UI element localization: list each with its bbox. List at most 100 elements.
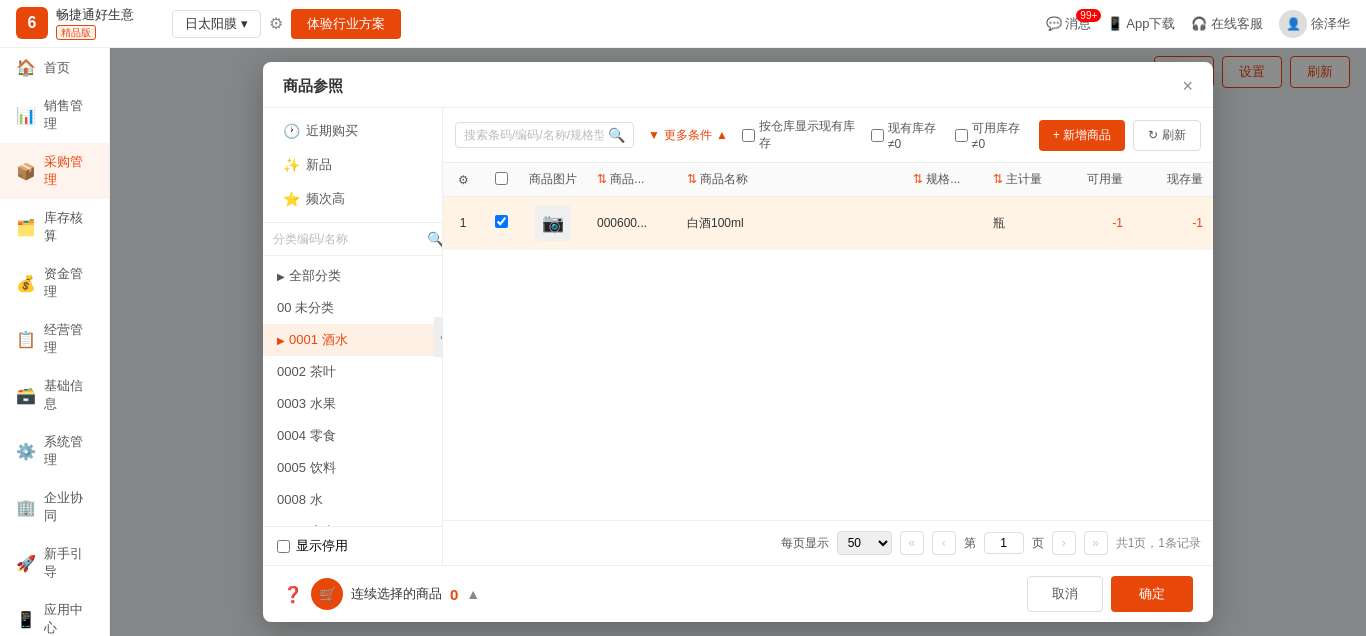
condition-stock-neq0-label: 现有库存≠0 (888, 120, 947, 151)
sidebar-label-inventory: 库存核算 (44, 209, 93, 245)
category-0008[interactable]: 0008 水 (263, 484, 442, 516)
page-size-select[interactable]: 10 20 50 100 (837, 531, 892, 555)
sort-icon-code: ⇅ (597, 172, 607, 186)
first-page-button[interactable]: « (900, 531, 924, 555)
col-header-spec[interactable]: ⇅ 规格... (903, 163, 983, 197)
modal-close-button[interactable]: × (1182, 76, 1193, 97)
category-0005[interactable]: 0005 饮料 (263, 452, 442, 484)
prev-page-button[interactable]: ‹ (932, 531, 956, 555)
finance-icon: 💰 (16, 274, 36, 293)
sidebar: 🏠 首页 📊 销售管理 📦 采购管理 🗂️ 库存核算 💰 资金管理 📋 经营管理… (0, 48, 110, 636)
condition-avail-neq0[interactable]: 可用库存≠0 (955, 120, 1031, 151)
col-header-available: 可用量 (1053, 163, 1133, 197)
cell-name: 白酒100ml (677, 197, 903, 250)
warehouse-checkbox[interactable] (742, 129, 755, 142)
user-menu[interactable]: 👤 徐泽华 (1279, 10, 1350, 38)
product-search-input[interactable] (464, 128, 604, 142)
cat-0005-label: 0005 饮料 (277, 459, 336, 477)
cart-collapse-icon[interactable]: ▲ (466, 586, 480, 602)
category-all[interactable]: ▶ 全部分类 (263, 260, 442, 292)
settings-icon[interactable]: ⚙ (269, 14, 283, 33)
collapse-left-panel-button[interactable]: ‹‹ (434, 317, 443, 357)
quick-filter-recent-label: 近期购买 (306, 122, 358, 140)
page-total-info: 共1页，1条记录 (1116, 535, 1201, 552)
add-product-button[interactable]: + 新增商品 (1039, 120, 1125, 151)
sidebar-item-system[interactable]: ⚙️ 系统管理 (0, 423, 109, 479)
product-search-icon[interactable]: 🔍 (608, 127, 625, 143)
confirm-button[interactable]: 确定 (1111, 576, 1193, 612)
sidebar-item-finance[interactable]: 💰 资金管理 (0, 255, 109, 311)
cell-checkbox[interactable] (483, 197, 519, 250)
product-table: ⚙ 商品图片 (443, 163, 1213, 520)
quick-filter-buttons: 🕐 近期购买 ✨ 新品 ⭐ 频次高 (263, 108, 442, 222)
next-page-button[interactable]: › (1052, 531, 1076, 555)
category-0004[interactable]: 0004 零食 (263, 420, 442, 452)
col-header-name[interactable]: ⇅ 商品名称 (677, 163, 903, 197)
try-solution-button[interactable]: 体验行业方案 (291, 9, 401, 39)
row-checkbox[interactable] (495, 215, 508, 228)
download-icon: 📱 (1107, 16, 1123, 31)
last-page-button[interactable]: » (1084, 531, 1108, 555)
col-header-settings[interactable]: ⚙ (443, 163, 483, 197)
table-row[interactable]: 1 📷 000600... 白酒100ml 瓶 -1 -1 (443, 197, 1213, 250)
app-name: 畅捷通好生意 (56, 7, 134, 24)
modal-right-panel: 🔍 ▼ 更多条件 ▲ 按仓库显示现有库存 (443, 108, 1213, 565)
sidebar-item-inventory[interactable]: 🗂️ 库存核算 (0, 199, 109, 255)
sidebar-item-sales[interactable]: 📊 销售管理 (0, 87, 109, 143)
avail-neq0-checkbox[interactable] (955, 129, 968, 142)
category-list: ▶ 全部分类 00 未分类 ▶ 0001 酒水 0002 茶 (263, 256, 442, 526)
col-header-unit[interactable]: ⇅ 主计量 (983, 163, 1053, 197)
sidebar-item-enterprise[interactable]: 🏢 企业协同 (0, 479, 109, 535)
category-search-icon[interactable]: 🔍 (427, 231, 443, 247)
condition-stock-neq0[interactable]: 现有库存≠0 (871, 120, 947, 151)
sales-icon: 📊 (16, 106, 36, 125)
col-header-checkbox[interactable] (483, 163, 519, 197)
operations-icon: 📋 (16, 330, 36, 349)
sidebar-item-home[interactable]: 🏠 首页 (0, 48, 109, 87)
online-service-link[interactable]: 🎧 在线客服 (1191, 15, 1263, 33)
message-badge[interactable]: 💬 99+ 消息 (1046, 15, 1092, 33)
category-00[interactable]: 00 未分类 (263, 292, 442, 324)
category-search-input[interactable] (273, 232, 423, 246)
table-settings-icon[interactable]: ⚙ (458, 173, 469, 187)
sort-icon-name: ⇅ (687, 172, 697, 186)
sidebar-item-basic-info[interactable]: 🗃️ 基础信息 (0, 367, 109, 423)
quick-filter-recent[interactable]: 🕐 近期购买 (273, 116, 432, 146)
app-tag: 精品版 (56, 25, 96, 40)
sidebar-label-guide: 新手引导 (44, 545, 93, 581)
page-suffix: 页 (1032, 535, 1044, 552)
quick-filter-new[interactable]: ✨ 新品 (273, 150, 432, 180)
category-0001[interactable]: ▶ 0001 酒水 (263, 324, 442, 356)
category-0010[interactable]: 0010 家电 (263, 516, 442, 526)
cart-icon[interactable]: 🛒 (311, 578, 343, 610)
product-reference-modal: 商品参照 × 🕐 近期购买 ✨ 新 (263, 62, 1213, 622)
sidebar-item-apps[interactable]: 📱 应用中心 (0, 591, 109, 636)
modal-overlay: 商品参照 × 🕐 近期购买 ✨ 新 (110, 48, 1366, 636)
more-conditions-button[interactable]: ▼ 更多条件 ▲ (642, 123, 734, 148)
cancel-button[interactable]: 取消 (1027, 576, 1103, 612)
quick-filter-frequent[interactable]: ⭐ 频次高 (273, 184, 432, 214)
filter-conditions: 按仓库显示现有库存 现有库存≠0 可用库存≠0 (742, 118, 1031, 152)
page-number-input[interactable] (984, 532, 1024, 554)
product-search-wrap: 🔍 (455, 122, 634, 148)
cat-00-label: 00 未分类 (277, 299, 334, 317)
sort-icon-spec: ⇅ (913, 172, 923, 186)
sidebar-item-guide[interactable]: 🚀 新手引导 (0, 535, 109, 591)
sidebar-item-purchase[interactable]: 📦 采购管理 (0, 143, 109, 199)
select-all-checkbox[interactable] (495, 172, 508, 185)
category-0002[interactable]: 0002 茶叶 (263, 356, 442, 388)
pagination: 每页显示 10 20 50 100 « ‹ 第 页 (443, 520, 1213, 565)
condition-warehouse[interactable]: 按仓库显示现有库存 (742, 118, 863, 152)
stock-neq0-checkbox[interactable] (871, 129, 884, 142)
sidebar-item-operations[interactable]: 📋 经营管理 (0, 311, 109, 367)
modal-footer: ❓ 🛒 连续选择的商品 0 ▲ 取消 确定 (263, 565, 1213, 622)
help-icon[interactable]: ❓ (283, 585, 303, 604)
arrow-icon-0001: ▶ (277, 335, 285, 346)
app-download-link[interactable]: 📱 App下载 (1107, 15, 1175, 33)
col-header-code[interactable]: ⇅ 商品... (587, 163, 677, 197)
refresh-button[interactable]: ↻ 刷新 (1133, 120, 1201, 151)
show-disabled-checkbox[interactable] (277, 540, 290, 553)
store-selector[interactable]: 日太阳膜 ▾ (172, 10, 261, 38)
category-0003[interactable]: 0003 水果 (263, 388, 442, 420)
filter-icon: ▼ (648, 128, 660, 142)
